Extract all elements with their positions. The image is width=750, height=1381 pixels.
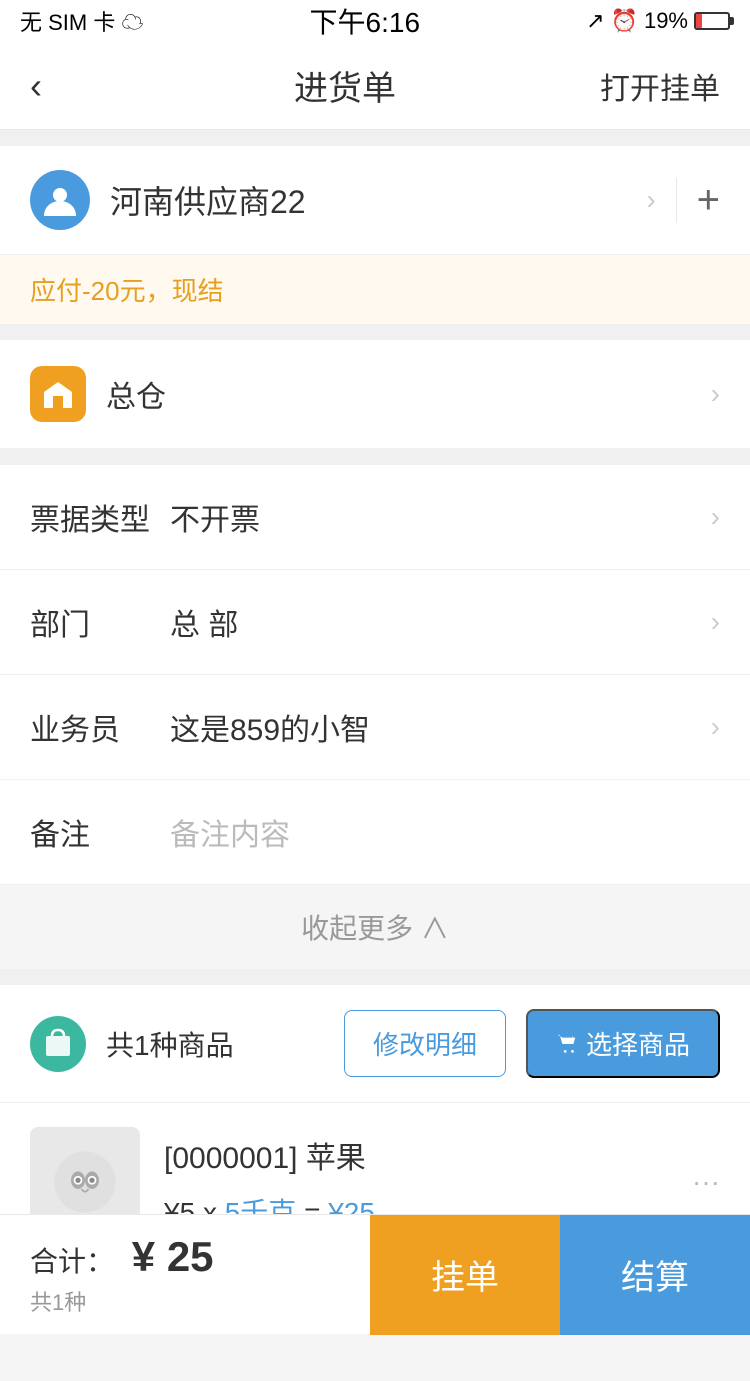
status-time: 下午6:16 [310, 1, 421, 41]
warehouse-row[interactable]: 总仓 › [0, 340, 750, 449]
warehouse-icon-bg [30, 366, 86, 422]
product-code: [0000001] [164, 1142, 297, 1175]
product-thumb-icon [50, 1147, 120, 1217]
footer-total: 合计： ¥ 25 共1种 [0, 1233, 370, 1317]
warehouse-icon [42, 378, 74, 410]
supplier-row[interactable]: 河南供应商22 › + [0, 146, 750, 255]
dept-row[interactable]: 部门 总 部 › [0, 570, 750, 675]
supplier-notice: 应付-20元，现结 [0, 255, 750, 324]
section-gap-1 [0, 130, 750, 146]
sim-status: 无 SIM 卡 ☁ [20, 5, 143, 37]
pending-button[interactable]: 挂单 [370, 1215, 560, 1335]
select-product-button[interactable]: + 选择商品 [526, 1009, 720, 1078]
chevron-right-icon-invoice: › [711, 501, 720, 533]
chevron-right-icon: › [646, 184, 655, 216]
chevron-right-icon-warehouse: › [711, 378, 720, 410]
product-name: [0000001] 苹果 [164, 1133, 672, 1177]
chevron-right-icon-sales: › [711, 711, 720, 743]
collapse-row[interactable]: 收起更多 ∧ [0, 885, 750, 969]
add-icon[interactable]: + [676, 178, 720, 223]
invoice-value: 不开票 [170, 495, 711, 539]
sales-value: 这是859的小智 [170, 705, 711, 749]
product-header: 共1种商品 修改明细 + 选择商品 [0, 985, 750, 1102]
person-icon [42, 182, 78, 218]
svg-text:+: + [571, 1033, 575, 1042]
warehouse-label: 总仓 [106, 372, 711, 416]
chevron-right-icon-dept: › [711, 606, 720, 638]
section-gap-4 [0, 969, 750, 985]
status-bar: 无 SIM 卡 ☁ 下午6:16 ↗ ⏰ 19% [0, 0, 750, 42]
invoice-row[interactable]: 票据类型 不开票 › [0, 465, 750, 570]
remark-input[interactable]: 备注内容 [170, 810, 720, 854]
location-icon: ↗ [586, 8, 604, 34]
total-label: 合计： [30, 1246, 114, 1277]
edit-detail-button[interactable]: 修改明细 [344, 1010, 506, 1077]
product-count-label: 共1种商品 [106, 1024, 324, 1064]
form-section: 票据类型 不开票 › 部门 总 部 › 业务员 这是859的小智 › 备注 备注… [0, 465, 750, 885]
total-count: 共1种 [30, 1285, 340, 1317]
supplier-avatar [30, 170, 90, 230]
product-icon [42, 1028, 74, 1060]
total-amount: ¥ 25 [132, 1233, 214, 1280]
status-left: 无 SIM 卡 ☁ [20, 5, 143, 37]
nav-bar: ‹ 进货单 打开挂单 [0, 42, 750, 130]
section-gap-3 [0, 449, 750, 465]
section-gap-2 [0, 324, 750, 340]
footer-bar: 合计： ¥ 25 共1种 挂单 结算 [0, 1214, 750, 1334]
page-title: 进货单 [294, 61, 396, 110]
alarm-icon: ⏰ [611, 8, 638, 34]
cart-icon: + [556, 1033, 578, 1055]
footer-total-row: 合计： ¥ 25 [30, 1233, 340, 1281]
supplier-section: 河南供应商22 › + 应付-20元，现结 [0, 146, 750, 324]
open-pending-button[interactable]: 打开挂单 [600, 64, 720, 108]
sales-row[interactable]: 业务员 这是859的小智 › [0, 675, 750, 780]
status-right: ↗ ⏰ 19% [586, 8, 730, 34]
dept-value: 总 部 [170, 600, 711, 644]
remark-label: 备注 [30, 810, 170, 854]
remark-row[interactable]: 备注 备注内容 [0, 780, 750, 885]
sales-label: 业务员 [30, 705, 170, 749]
supplier-name: 河南供应商22 [110, 177, 646, 223]
collapse-label: 收起更多 ∧ [301, 907, 449, 947]
product-icon-bg [30, 1016, 86, 1072]
battery-status: 19% [644, 8, 688, 34]
battery-icon [694, 12, 730, 30]
select-product-label: 选择商品 [586, 1025, 690, 1062]
settle-button[interactable]: 结算 [560, 1215, 750, 1335]
more-options-button[interactable]: ··· [672, 1166, 720, 1198]
back-button[interactable]: ‹ [30, 65, 90, 107]
invoice-label: 票据类型 [30, 495, 170, 539]
dept-label: 部门 [30, 600, 170, 644]
product-title: 苹果 [306, 1142, 366, 1175]
warehouse-section: 总仓 › [0, 340, 750, 449]
